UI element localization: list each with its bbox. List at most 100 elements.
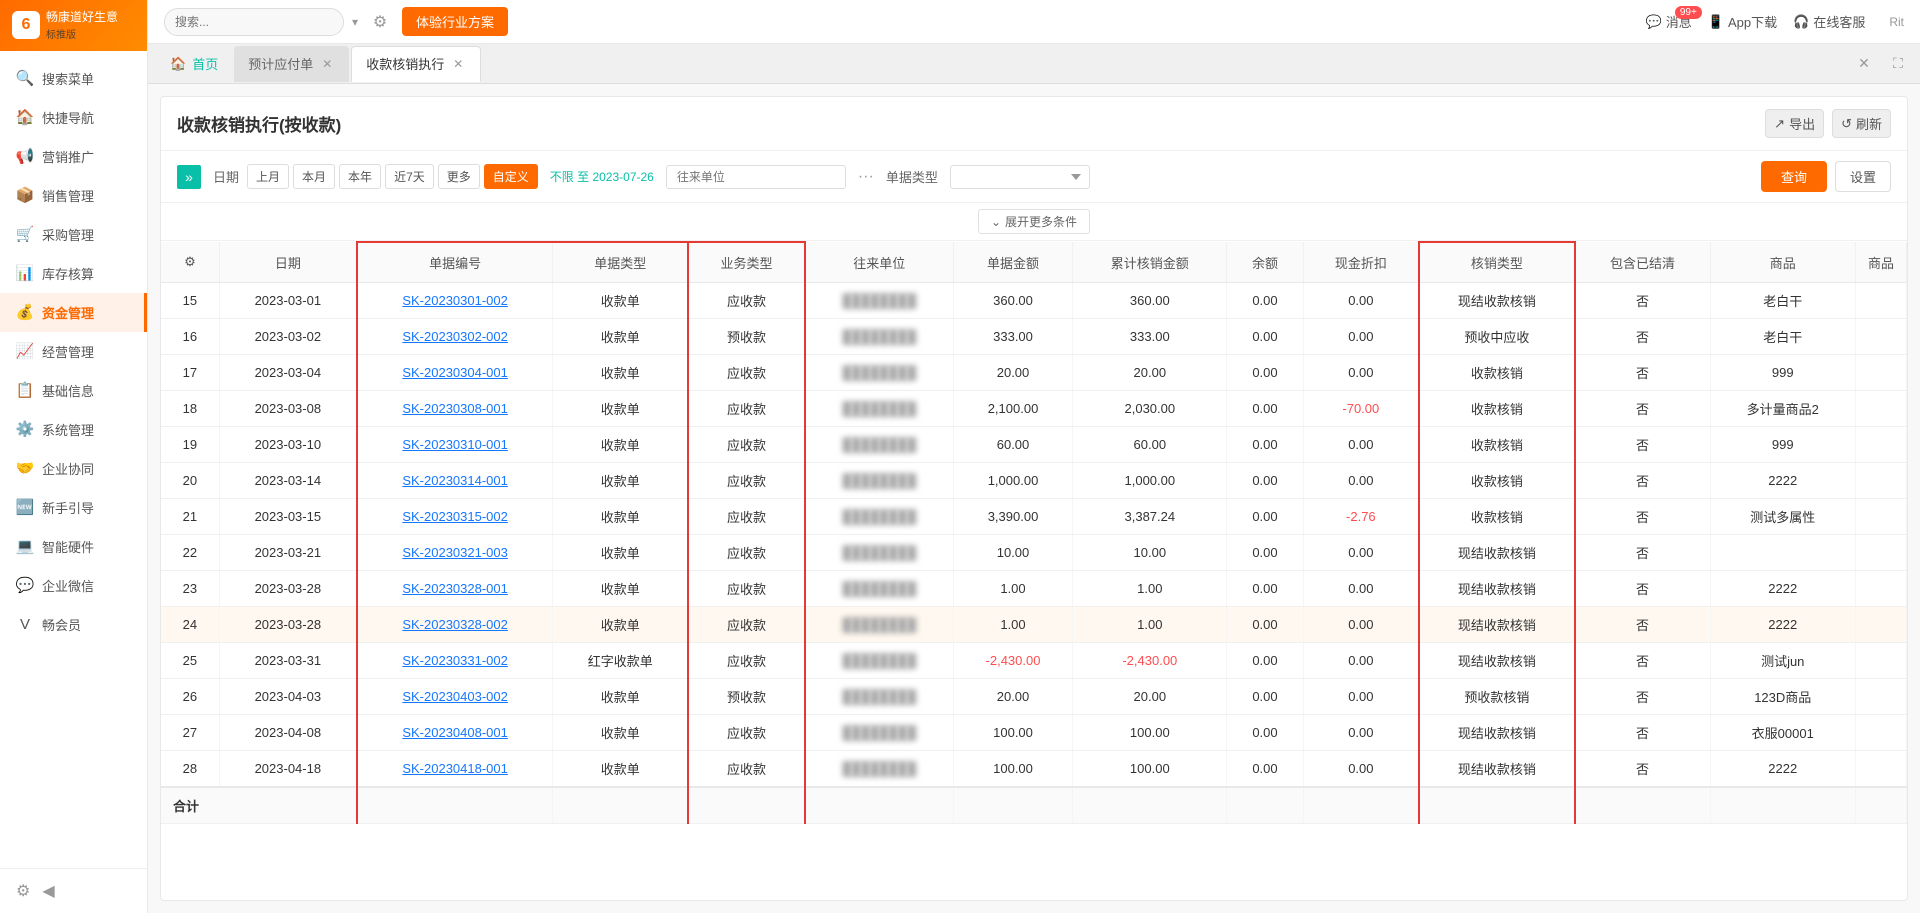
sidebar-item-search[interactable]: 🔍搜索菜单 — [0, 59, 147, 98]
cell-counterpart: ████████ — [805, 571, 953, 607]
sidebar-item-collab[interactable]: 🤝企业协同 — [0, 449, 147, 488]
bill-no-link[interactable]: SK-20230314-001 — [402, 473, 508, 488]
cell-bill-amount: 333.00 — [953, 319, 1073, 355]
guide-icon: 🆕 — [16, 498, 34, 516]
date-this-month-btn[interactable]: 本月 — [293, 164, 335, 189]
maximize-icon[interactable]: ⛶ — [1884, 50, 1912, 78]
more-filters-icon[interactable]: ··· — [858, 168, 874, 186]
cell-cancel-amount: 1,000.00 — [1073, 463, 1227, 499]
cell-date: 2023-04-03 — [219, 679, 357, 715]
col-settings-icon[interactable]: ⚙ — [161, 242, 219, 283]
cell-goods2 — [1855, 499, 1906, 535]
sidebar-item-member[interactable]: V畅会员 — [0, 605, 147, 644]
cell-counterpart: ████████ — [805, 715, 953, 751]
bill-no-link[interactable]: SK-20230301-002 — [402, 293, 508, 308]
sidebar-item-guide[interactable]: 🆕新手引导 — [0, 488, 147, 527]
marketing-icon: 📢 — [16, 147, 34, 165]
bill-no-link[interactable]: SK-20230302-002 — [402, 329, 508, 344]
cell-bill-no: SK-20230408-001 — [357, 715, 553, 751]
sidebar-item-inventory[interactable]: 📊库存核算 — [0, 254, 147, 293]
bill-no-link[interactable]: SK-20230304-001 — [402, 365, 508, 380]
tab-cancel-label: 收款核销执行 — [366, 54, 444, 73]
bill-no-link[interactable]: SK-20230321-003 — [402, 545, 508, 560]
cell-biz-type: 预收款 — [688, 319, 805, 355]
app-download-button[interactable]: 📱 App下载 — [1708, 12, 1777, 31]
message-button[interactable]: 💬 消息 99+ — [1646, 12, 1692, 31]
sidebar-item-purchase[interactable]: 🛒采购管理 — [0, 215, 147, 254]
sidebar-item-quicknav[interactable]: 🏠快捷导航 — [0, 98, 147, 137]
cell-goods: 衣服00001 — [1710, 715, 1855, 751]
solution-button[interactable]: 体验行业方案 — [402, 7, 508, 36]
tab-cancel-close-icon[interactable]: ✕ — [450, 56, 466, 72]
cell-cancel-amount: 360.00 — [1073, 283, 1227, 319]
cell-bill-type: 红字收款单 — [553, 643, 688, 679]
sidebar-item-hardware[interactable]: 💻智能硬件 — [0, 527, 147, 566]
cell-counterpart: ████████ — [805, 319, 953, 355]
dropdown-arrow-icon[interactable]: ▾ — [352, 15, 358, 29]
query-button[interactable]: 查询 — [1761, 161, 1827, 192]
refresh-button[interactable]: ↺ 刷新 — [1832, 109, 1891, 138]
bill-no-link[interactable]: SK-20230315-002 — [402, 509, 508, 524]
bill-no-link[interactable]: SK-20230310-001 — [402, 437, 508, 452]
filter-toggle-button[interactable]: » — [177, 165, 201, 189]
counterpart-input[interactable] — [666, 165, 846, 189]
sidebar-item-sales[interactable]: 📦销售管理 — [0, 176, 147, 215]
settings-icon[interactable]: ⚙ — [16, 881, 30, 901]
date-7days-btn[interactable]: 近7天 — [385, 164, 434, 189]
online-service-button[interactable]: 🎧 在线客服 — [1793, 12, 1865, 31]
close-tab-icon[interactable]: ✕ — [1850, 50, 1878, 78]
cell-goods2 — [1855, 391, 1906, 427]
sidebar-item-operation[interactable]: 📈经营管理 — [0, 332, 147, 371]
sidebar-item-basic[interactable]: 📋基础信息 — [0, 371, 147, 410]
filter-settings-button[interactable]: 设置 — [1835, 161, 1891, 192]
cell-discount: 0.00 — [1303, 283, 1419, 319]
sidebar-item-finance[interactable]: 💰资金管理 — [0, 293, 147, 332]
cell-balance: 0.00 — [1227, 643, 1303, 679]
cell-include-settled: 否 — [1575, 319, 1710, 355]
sidebar-item-marketing[interactable]: 📢 营销推广 — [0, 137, 147, 176]
cell-cancel-type: 预收款核销 — [1419, 679, 1575, 715]
cell-goods: 测试jun — [1710, 643, 1855, 679]
date-filter-group: 日期 上月 本月 本年 近7天 更多 自定义 — [213, 164, 538, 189]
sidebar-bottom: ⚙ ◀ — [0, 868, 147, 913]
bill-type-select[interactable] — [950, 165, 1090, 189]
wechat-icon: 💬 — [16, 576, 34, 594]
date-last-month-btn[interactable]: 上月 — [247, 164, 289, 189]
bill-no-link[interactable]: SK-20230403-002 — [402, 689, 508, 704]
export-button[interactable]: ↗ 导出 — [1765, 109, 1824, 138]
cell-date: 2023-03-04 — [219, 355, 357, 391]
expand-more-button[interactable]: ⌄ 展开更多条件 — [978, 209, 1090, 234]
tab-cancel[interactable]: 收款核销执行 ✕ — [351, 46, 481, 82]
bill-no-link[interactable]: SK-20230328-002 — [402, 617, 508, 632]
cell-counterpart: ████████ — [805, 751, 953, 788]
gear-icon[interactable]: ⚙ — [366, 8, 394, 36]
bill-no-link[interactable]: SK-20230331-002 — [402, 653, 508, 668]
date-more-btn[interactable]: 更多 — [438, 164, 480, 189]
wechat-label: 企业微信 — [42, 576, 94, 595]
refresh-label: 刷新 — [1856, 114, 1882, 133]
cell-goods2 — [1855, 715, 1906, 751]
tab-home[interactable]: 🏠 首页 — [156, 46, 232, 82]
tab-prepay[interactable]: 预计应付单 ✕ — [234, 46, 349, 82]
basic-label: 基础信息 — [42, 381, 94, 400]
sidebar-item-wechat[interactable]: 💬 企业微信 — [0, 566, 147, 605]
cell-bill-type: 收款单 — [553, 607, 688, 643]
col-date-header: 日期 — [219, 242, 357, 283]
page-inner: 收款核销执行(按收款) ↗ 导出 ↺ 刷新 » — [160, 96, 1908, 901]
cell-counterpart: ████████ — [805, 643, 953, 679]
search-input[interactable] — [164, 8, 344, 36]
cell-cancel-amount: 1.00 — [1073, 607, 1227, 643]
sidebar-item-system[interactable]: ⚙️系统管理 — [0, 410, 147, 449]
bill-no-link[interactable]: SK-20230328-001 — [402, 581, 508, 596]
collapse-icon[interactable]: ◀ — [42, 881, 54, 901]
tab-prepay-close-icon[interactable]: ✕ — [319, 56, 335, 72]
bill-no-link[interactable]: SK-20230308-001 — [402, 401, 508, 416]
cell-bill-type: 收款单 — [553, 391, 688, 427]
bill-no-link[interactable]: SK-20230418-001 — [402, 761, 508, 776]
marketing-label: 营销推广 — [42, 147, 94, 166]
date-custom-btn[interactable]: 自定义 — [484, 164, 538, 189]
bill-no-link[interactable]: SK-20230408-001 — [402, 725, 508, 740]
date-this-year-btn[interactable]: 本年 — [339, 164, 381, 189]
cell-bill-no: SK-20230328-001 — [357, 571, 553, 607]
cell-bill-no: SK-20230302-002 — [357, 319, 553, 355]
